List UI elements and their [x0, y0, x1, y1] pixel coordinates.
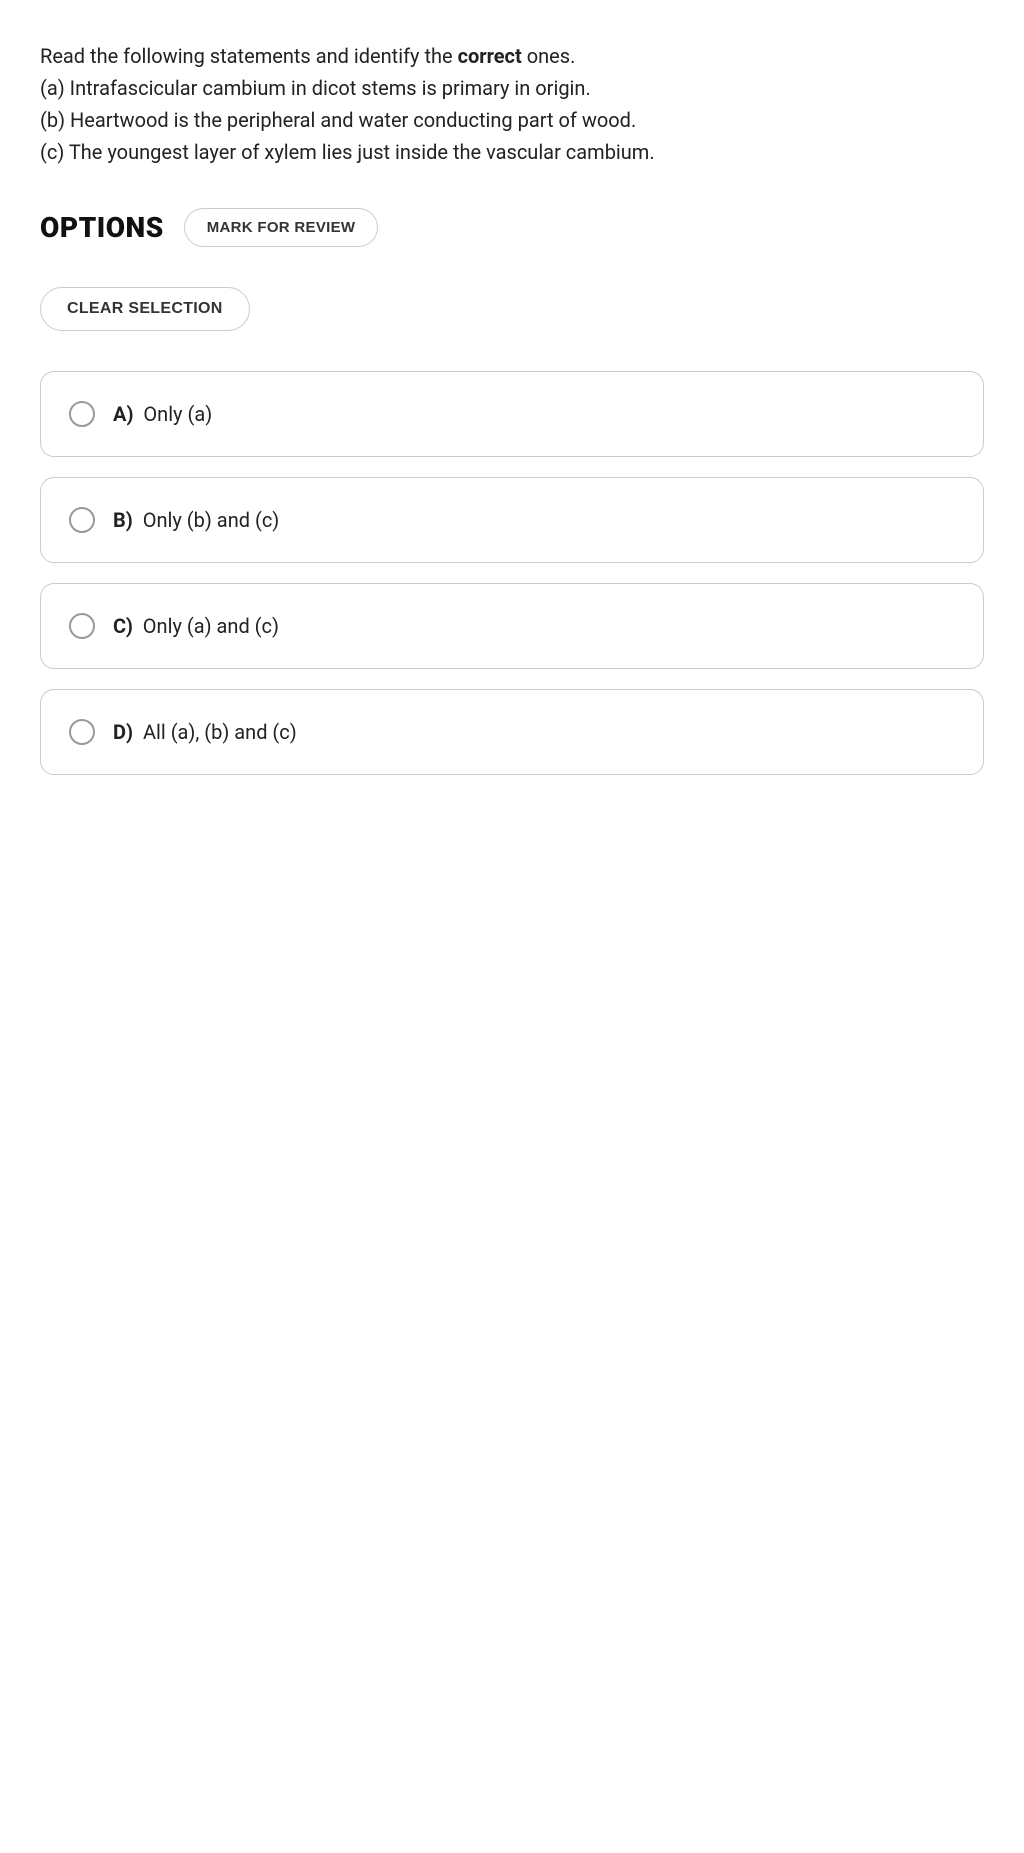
option-a-letter: A)	[113, 402, 133, 426]
options-list: A) Only (a) B) Only (b) and (c) C) Only …	[40, 371, 984, 775]
option-c[interactable]: C) Only (a) and (c)	[40, 583, 984, 669]
option-b[interactable]: B) Only (b) and (c)	[40, 477, 984, 563]
option-b-letter: B)	[113, 508, 133, 532]
radio-b[interactable]	[69, 507, 95, 533]
clear-selection-button[interactable]: CLEAR SELECTION	[40, 287, 250, 331]
option-c-text: C) Only (a) and (c)	[113, 612, 279, 640]
option-d[interactable]: D) All (a), (b) and (c)	[40, 689, 984, 775]
statement-c: (c) The youngest layer of xylem lies jus…	[40, 140, 655, 164]
option-c-letter: C)	[113, 614, 133, 638]
question-intro-bold: correct	[458, 44, 522, 68]
radio-c[interactable]	[69, 613, 95, 639]
question-container: Read the following statements and identi…	[40, 40, 984, 775]
question-text: Read the following statements and identi…	[40, 40, 984, 168]
option-a[interactable]: A) Only (a)	[40, 371, 984, 457]
question-intro: Read the following statements and identi…	[40, 44, 458, 68]
option-c-value: Only (a) and (c)	[143, 614, 279, 638]
option-d-letter: D)	[113, 720, 133, 744]
option-d-value: All (a), (b) and (c)	[143, 720, 297, 744]
option-b-value: Only (b) and (c)	[143, 508, 280, 532]
options-label: OPTIONS	[40, 211, 164, 244]
option-b-text: B) Only (b) and (c)	[113, 506, 279, 534]
statement-b: (b) Heartwood is the peripheral and wate…	[40, 108, 636, 132]
mark-for-review-button[interactable]: MARK FOR REVIEW	[184, 208, 379, 247]
options-header: OPTIONS MARK FOR REVIEW	[40, 208, 984, 247]
option-a-value: Only (a)	[143, 402, 212, 426]
radio-d[interactable]	[69, 719, 95, 745]
option-d-text: D) All (a), (b) and (c)	[113, 718, 297, 746]
statement-a: (a) Intrafascicular cambium in dicot ste…	[40, 76, 591, 100]
option-a-text: A) Only (a)	[113, 400, 212, 428]
question-intro-end: ones.	[522, 44, 576, 68]
radio-a[interactable]	[69, 401, 95, 427]
